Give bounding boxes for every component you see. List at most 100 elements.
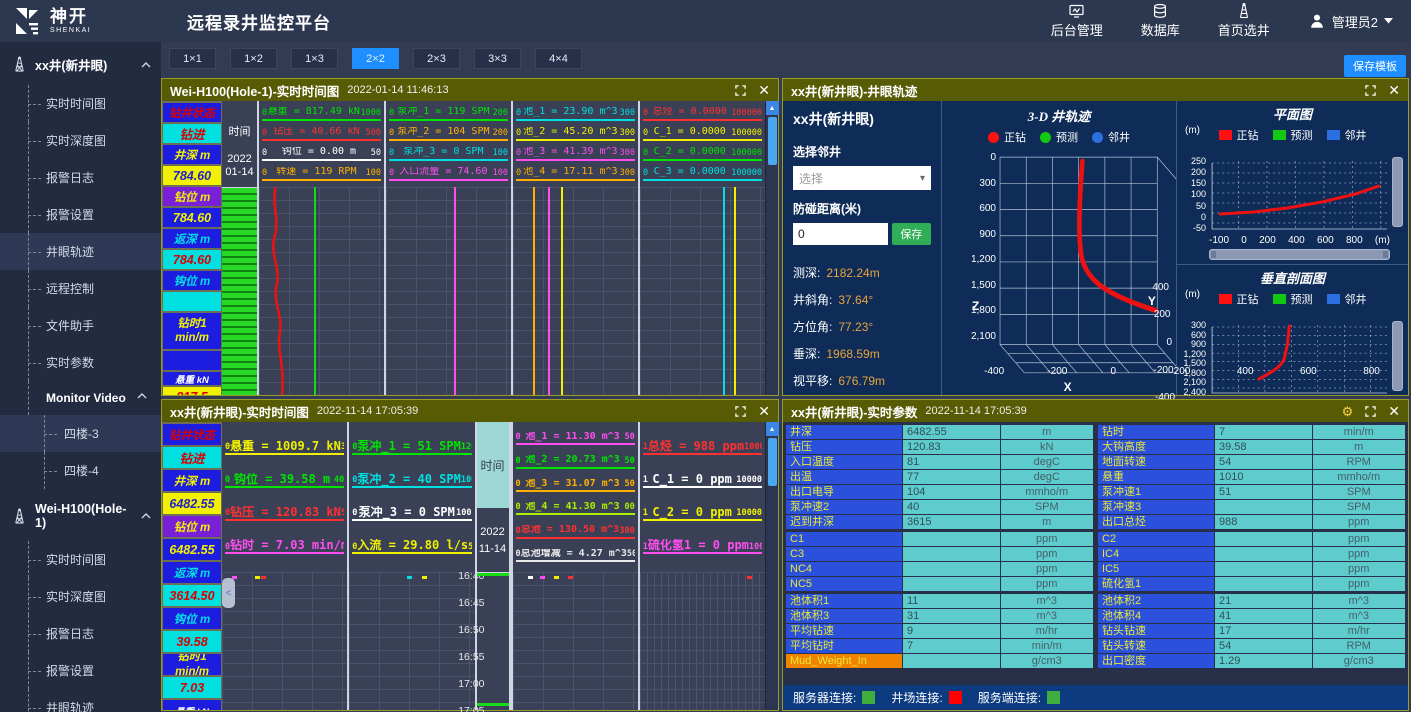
close-icon[interactable]: ✕ xyxy=(758,404,770,418)
sidebar-item[interactable]: 报警设置 xyxy=(0,196,161,233)
param-label: 钻时1min/m xyxy=(163,313,221,349)
curve-label: 转速 = 119 RPM xyxy=(276,167,356,178)
close-icon[interactable]: ✕ xyxy=(758,83,770,97)
curve-label: C_2 = 0.0000 xyxy=(654,147,726,158)
layout-button-3x3[interactable]: 3×3 xyxy=(474,48,521,69)
nav-home-well[interactable]: 首页选井 xyxy=(1218,3,1270,39)
param-value xyxy=(163,351,221,370)
sidebar-item[interactable]: 实时深度图 xyxy=(0,122,161,159)
curve-min: 0 xyxy=(262,149,267,158)
x-tick: 0 xyxy=(1110,366,1116,377)
scroll-thumb[interactable] xyxy=(768,117,777,165)
expand-icon[interactable] xyxy=(735,406,746,417)
sidebar-item[interactable]: 报警日志 xyxy=(0,615,161,652)
sidebar-item[interactable]: 实时参数 xyxy=(0,344,161,381)
sidebar-subitem[interactable]: 四楼-4 xyxy=(0,452,161,489)
close-icon[interactable]: ✕ xyxy=(1388,83,1400,97)
save-template-button[interactable]: 保存模板 xyxy=(1344,55,1406,77)
z-axis-label: Z xyxy=(972,299,979,313)
panel-header: xx井(新井眼)-实时时间图 2022-11-14 17:05:39 ✕ xyxy=(162,400,778,422)
vertical-slider[interactable] xyxy=(1391,157,1404,233)
legend-label: 正钻 xyxy=(1237,291,1259,307)
table-cell-group: NC5ppm xyxy=(786,577,1093,591)
sidebar-item[interactable]: 文件助手 xyxy=(0,307,161,344)
curve-max: 200 xyxy=(493,129,508,138)
sidebar-item[interactable]: 报警设置 xyxy=(0,652,161,689)
vertical-scrollbar[interactable]: ▲ xyxy=(765,422,778,710)
param-value: 3615 xyxy=(903,515,1000,529)
sidebar-item-monitor-video[interactable]: Monitor Video xyxy=(0,381,161,415)
layout-button-1x2[interactable]: 1×2 xyxy=(230,48,277,69)
close-icon[interactable]: ✕ xyxy=(1388,404,1400,418)
sidebar-item[interactable]: 实时时间图 xyxy=(0,541,161,578)
red-curve xyxy=(259,187,384,395)
param-value: 31 xyxy=(903,609,1000,623)
scroll-up-arrow[interactable]: ▲ xyxy=(766,101,779,115)
sidebar-item[interactable]: 井眼轨迹 xyxy=(0,233,161,270)
layout-button-1x3[interactable]: 1×3 xyxy=(291,48,338,69)
stat-label: 视平移: xyxy=(793,372,832,389)
layout-button-2x3[interactable]: 2×3 xyxy=(413,48,460,69)
sidebar-item[interactable]: 井眼轨迹 xyxy=(0,689,161,712)
layout-button-1x1[interactable]: 1×1 xyxy=(169,48,216,69)
save-distance-button[interactable]: 保存 xyxy=(892,223,931,245)
legend-item: 预测 xyxy=(1273,291,1313,307)
vertical-scrollbar[interactable]: ▲ xyxy=(765,101,778,395)
vertical-slider[interactable] xyxy=(1391,321,1404,397)
time-tick: 16:40 xyxy=(447,570,485,582)
scroll-thumb[interactable] xyxy=(768,438,777,486)
gear-icon[interactable]: ⚙ xyxy=(1342,405,1354,418)
curve-track: 0悬重 = 817.49 kN10000钻压 = 40.66 kN5000钩位 … xyxy=(259,101,384,395)
layout-button-2x2[interactable]: 2×2 xyxy=(352,48,399,69)
table-cell-group: 池体积441m^3 xyxy=(1098,609,1405,623)
param-label: 钻井状态 xyxy=(163,424,221,445)
neighbor-select[interactable]: 选择 ▾ xyxy=(793,166,931,190)
collapse-handle[interactable]: < xyxy=(222,578,235,608)
curve-row: 0转速 = 119 RPM100 xyxy=(262,167,381,181)
scroll-up-arrow[interactable]: ▲ xyxy=(766,422,779,436)
layout-button-4x4[interactable]: 4×4 xyxy=(535,48,582,69)
param-unit: ppm xyxy=(1001,547,1094,561)
sidebar-item[interactable]: 实时深度图 xyxy=(0,578,161,615)
param-label: 钻位 m xyxy=(163,187,221,206)
curve-max: 200 xyxy=(493,109,508,118)
horizontal-scrollbar[interactable] xyxy=(1209,249,1390,260)
curve-max: 100000 xyxy=(731,169,762,178)
param-unit: m xyxy=(1001,515,1094,529)
param-name: 钻时 xyxy=(1098,425,1214,439)
nav-database[interactable]: 数据库 xyxy=(1141,3,1180,39)
distance-input[interactable]: 0 xyxy=(793,223,888,245)
expand-icon[interactable] xyxy=(1365,406,1376,417)
expand-icon[interactable] xyxy=(1365,85,1376,96)
track-header: 0悬重 = 817.49 kN10000钻压 = 40.66 kN5000钩位 … xyxy=(259,101,384,187)
curve-max: 500 xyxy=(366,129,381,138)
curve-row: 0C_2 = 0.0000100000 xyxy=(643,147,762,161)
nav-backend[interactable]: 后台管理 xyxy=(1051,3,1103,39)
param-name: C2 xyxy=(1098,532,1214,546)
expand-icon[interactable] xyxy=(735,85,746,96)
table-row: 平均钻速9m/hr钻头钻速17m/hr xyxy=(786,624,1405,638)
sidebar-item[interactable]: 实时时间图 xyxy=(0,85,161,122)
table-cell-group: 泵冲速3SPM xyxy=(1098,500,1405,514)
param-name: 平均钻速 xyxy=(786,624,902,638)
sidebar-item[interactable]: 远程控制 xyxy=(0,270,161,307)
sidebar-subitem[interactable]: 四楼-3 xyxy=(0,415,161,452)
curve-max: 00 xyxy=(624,503,634,512)
param-value xyxy=(1215,562,1312,576)
curve-line xyxy=(561,187,563,395)
param-unit: SPM xyxy=(1313,500,1406,514)
data-mark xyxy=(261,576,266,579)
curve-max: 120 xyxy=(461,443,472,452)
user-menu[interactable]: 管理员2 xyxy=(1308,12,1393,31)
legend-swatch xyxy=(1040,132,1051,143)
sidebar-group[interactable]: Wei-H100(Hole-1) xyxy=(0,489,161,541)
curve-max: 300 xyxy=(620,149,635,158)
data-mark xyxy=(407,576,412,579)
track-plot xyxy=(259,187,384,395)
curve-row: 0池_1 = 11.30 m^350 xyxy=(516,432,635,446)
sidebar-group[interactable]: xx井(新井眼) xyxy=(0,42,161,85)
sidebar-item[interactable]: 报警日志 xyxy=(0,159,161,196)
stat-value: 37.64° xyxy=(838,293,873,307)
param-value: 1.29 xyxy=(1215,654,1312,668)
track-plot xyxy=(513,187,638,395)
